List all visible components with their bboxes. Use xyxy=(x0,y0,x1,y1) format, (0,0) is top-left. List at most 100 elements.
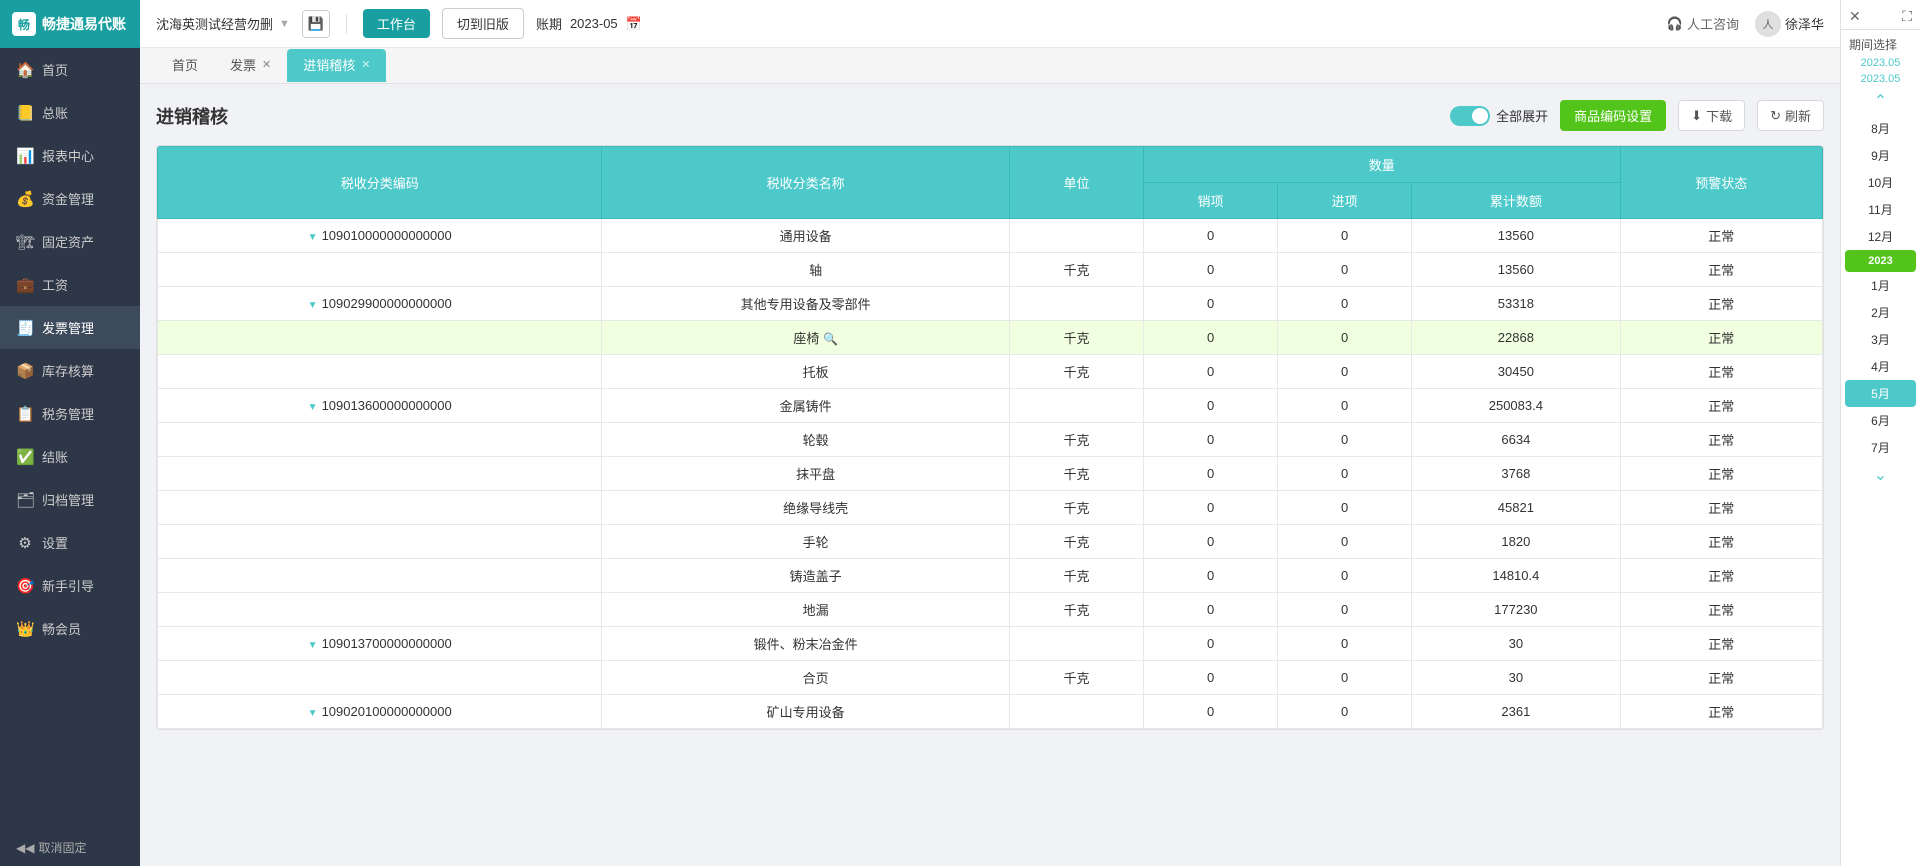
refresh-icon: ↻ xyxy=(1770,108,1781,124)
refresh-button[interactable]: ↻ 刷新 xyxy=(1757,100,1824,131)
right-panel-close-icon[interactable]: ✕ xyxy=(1849,8,1861,25)
download-button[interactable]: ⬇ 下载 xyxy=(1678,100,1745,131)
calendar-icon[interactable]: 📅 xyxy=(626,16,642,32)
month-item[interactable]: 6月 xyxy=(1841,407,1920,434)
sidebar-item-inventory[interactable]: 📦 库存核算 xyxy=(0,349,140,392)
company-name: 沈海英测试经营勿删 xyxy=(156,14,273,33)
tabs-bar: 首页 发票 ✕ 进销稽核 ✕ xyxy=(140,48,1840,84)
month-item[interactable]: 8月 xyxy=(1841,115,1920,142)
workbench-button[interactable]: 工作台 xyxy=(363,9,430,38)
collapse-icon[interactable]: ▼ xyxy=(308,232,318,243)
sidebar-item-invoices[interactable]: 🧾 发票管理 xyxy=(0,306,140,349)
tab-reconcile-close[interactable]: ✕ xyxy=(361,58,370,71)
table-cell-name: 地漏 xyxy=(602,593,1010,627)
sidebar: 畅 畅捷通易代账 🏠 首页 📒 总账 📊 报表中心 💰 资金管理 🏗 固定资产 … xyxy=(0,0,140,866)
sidebar-item-reports[interactable]: 📊 报表中心 xyxy=(0,134,140,177)
table-cell-cumulative: 177230 xyxy=(1412,593,1620,627)
sidebar-item-home[interactable]: 🏠 首页 xyxy=(0,48,140,91)
table-cell-unit: 千克 xyxy=(1009,525,1143,559)
month-item[interactable]: 11月 xyxy=(1841,196,1920,223)
sidebar-item-guide[interactable]: 🎯 新手引导 xyxy=(0,564,140,607)
tab-invoices-close[interactable]: ✕ xyxy=(262,58,271,71)
tab-invoices[interactable]: 发票 ✕ xyxy=(214,49,287,82)
month-item[interactable]: 10月 xyxy=(1841,169,1920,196)
table-cell-unit: 千克 xyxy=(1009,321,1143,355)
table-cell-sales: 0 xyxy=(1144,287,1278,321)
table-cell-sales: 0 xyxy=(1144,695,1278,729)
month-item[interactable]: 7月 xyxy=(1841,434,1920,461)
table-cell-code: ▼109010000000000000 xyxy=(158,219,602,253)
table-cell-warning: 正常 xyxy=(1620,457,1823,491)
company-dropdown-icon[interactable]: ▼ xyxy=(279,18,290,30)
search-icon[interactable]: 🔍 xyxy=(823,332,838,346)
table-cell-name: 其他专用设备及零部件 xyxy=(602,287,1010,321)
table-cell-code: ▼109013700000000000 xyxy=(158,627,602,661)
table-cell-code: ▼109020100000000000 xyxy=(158,695,602,729)
month-item[interactable]: 4月 xyxy=(1841,353,1920,380)
table-cell-unit xyxy=(1009,389,1143,423)
table-cell-sales: 0 xyxy=(1144,525,1278,559)
sidebar-item-label: 总账 xyxy=(42,103,68,122)
table-cell-warning: 正常 xyxy=(1620,491,1823,525)
save-button[interactable]: 💾 xyxy=(302,10,330,38)
col-header-warning: 预警状态 xyxy=(1620,147,1823,219)
archive-icon: 🗂 xyxy=(16,491,34,509)
col-header-cumulative: 累计数额 xyxy=(1412,183,1620,219)
table-cell-unit: 千克 xyxy=(1009,661,1143,695)
col-header-quantity-group: 数量 xyxy=(1144,147,1621,183)
table-cell-code xyxy=(158,355,602,389)
scroll-up-button[interactable]: ⌃ xyxy=(1841,87,1920,115)
month-item[interactable]: 12月 xyxy=(1841,223,1920,250)
tab-reconcile[interactable]: 进销稽核 ✕ xyxy=(287,49,386,82)
month-item[interactable]: 1月 xyxy=(1841,272,1920,299)
toggle-track[interactable] xyxy=(1450,106,1490,126)
table-cell-unit xyxy=(1009,627,1143,661)
app-logo: 畅 畅捷通易代账 xyxy=(0,0,140,48)
month-item[interactable]: 3月 xyxy=(1841,326,1920,353)
month-item[interactable]: 9月 xyxy=(1841,142,1920,169)
sidebar-item-salary[interactable]: 💼 工资 xyxy=(0,263,140,306)
scroll-down-button[interactable]: ⌄ xyxy=(1841,461,1920,489)
sidebar-item-assets[interactable]: 🏗 固定资产 xyxy=(0,220,140,263)
collapse-icon[interactable]: ▼ xyxy=(308,300,318,311)
tax-icon: 📋 xyxy=(16,405,34,423)
page-actions: 全部展开 商品编码设置 ⬇ 下载 ↻ 刷新 xyxy=(1450,100,1824,131)
sidebar-item-member[interactable]: 👑 畅会员 xyxy=(0,607,140,650)
table-cell-purchase: 0 xyxy=(1278,287,1412,321)
sidebar-item-ledger[interactable]: 📒 总账 xyxy=(0,91,140,134)
expand-toggle[interactable]: 全部展开 xyxy=(1450,106,1548,126)
table-cell-sales: 0 xyxy=(1144,253,1278,287)
sidebar-item-settings[interactable]: ⚙ 设置 xyxy=(0,521,140,564)
company-selector[interactable]: 沈海英测试经营勿删 ▼ xyxy=(156,14,290,33)
sidebar-unpin-button[interactable]: ◀◀ 取消固定 xyxy=(0,829,140,866)
sidebar-item-funds[interactable]: 💰 资金管理 xyxy=(0,177,140,220)
download-icon: ⬇ xyxy=(1691,108,1702,124)
tab-home[interactable]: 首页 xyxy=(156,49,214,82)
collapse-icon[interactable]: ▼ xyxy=(308,402,318,413)
month-item-active[interactable]: 5月 xyxy=(1845,380,1916,407)
table-cell-warning: 正常 xyxy=(1620,389,1823,423)
sidebar-item-tax[interactable]: 📋 税务管理 xyxy=(0,392,140,435)
collapse-icon[interactable]: ▼ xyxy=(308,640,318,651)
table-cell-name: 合页 xyxy=(602,661,1010,695)
table-cell-warning: 正常 xyxy=(1620,593,1823,627)
month-item[interactable]: 2月 xyxy=(1841,299,1920,326)
switch-version-button[interactable]: 切到旧版 xyxy=(442,8,524,39)
collapse-icon[interactable]: ▼ xyxy=(308,708,318,719)
user-menu[interactable]: 人 徐泽华 xyxy=(1755,11,1824,37)
sidebar-item-label: 设置 xyxy=(42,533,68,552)
member-icon: 👑 xyxy=(16,620,34,638)
table-cell-purchase: 0 xyxy=(1278,389,1412,423)
table-cell-unit: 千克 xyxy=(1009,423,1143,457)
table-cell-name: 托板 xyxy=(602,355,1010,389)
right-panel-expand-icon[interactable]: ⛶ xyxy=(1902,8,1912,25)
sidebar-item-archive[interactable]: 🗂 归档管理 xyxy=(0,478,140,521)
product-code-button[interactable]: 商品编码设置 xyxy=(1560,100,1666,131)
sidebar-item-label: 资金管理 xyxy=(42,189,94,208)
table-cell-code xyxy=(158,423,602,457)
table-cell-sales: 0 xyxy=(1144,491,1278,525)
sidebar-item-settlement[interactable]: ✅ 结账 xyxy=(0,435,140,478)
table-cell-sales: 0 xyxy=(1144,321,1278,355)
table-cell-cumulative: 6634 xyxy=(1412,423,1620,457)
help-button[interactable]: 🎧 人工咨询 xyxy=(1667,14,1739,33)
